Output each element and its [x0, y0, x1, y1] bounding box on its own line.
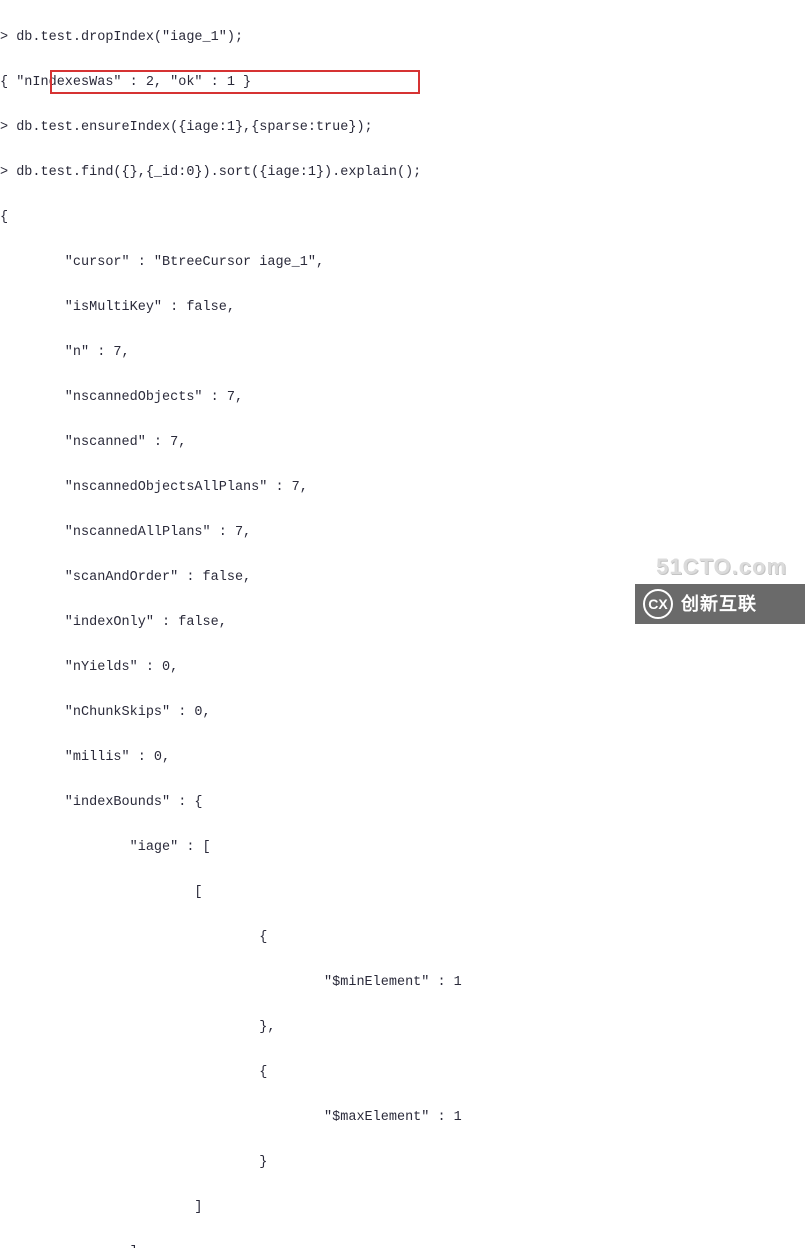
output-line: [: [0, 885, 805, 900]
output-line: }: [0, 1155, 805, 1170]
logo-icon: CX: [643, 589, 673, 619]
output-line: > db.test.dropIndex("iage_1");: [0, 30, 805, 45]
output-line: "nscannedAllPlans" : 7,: [0, 525, 805, 540]
output-line: "$maxElement" : 1: [0, 1110, 805, 1125]
output-line: },: [0, 1020, 805, 1035]
output-line: {: [0, 930, 805, 945]
output-line: > db.test.find({},{_id:0}).sort({iage:1}…: [0, 165, 805, 180]
output-line: "isMultiKey" : false,: [0, 300, 805, 315]
logo-text: 创新互联: [681, 597, 757, 612]
output-line: {: [0, 210, 805, 225]
logo: CX 创新互联: [635, 584, 805, 624]
output-line: ]: [0, 1245, 805, 1248]
output-line: "nYields" : 0,: [0, 660, 805, 675]
output-line: "millis" : 0,: [0, 750, 805, 765]
output-line: {: [0, 1065, 805, 1080]
output-line: "$minElement" : 1: [0, 975, 805, 990]
output-line: "indexBounds" : {: [0, 795, 805, 810]
terminal-output: > db.test.dropIndex("iage_1"); { "nIndex…: [0, 0, 805, 1248]
output-line: "nscannedObjectsAllPlans" : 7,: [0, 480, 805, 495]
output-line: > db.test.ensureIndex({iage:1},{sparse:t…: [0, 120, 805, 135]
output-line: "nscanned" : 7,: [0, 435, 805, 450]
watermark: 51CTO.com: [656, 559, 787, 574]
output-line: "cursor" : "BtreeCursor iage_1",: [0, 255, 805, 270]
output-line: "nChunkSkips" : 0,: [0, 705, 805, 720]
output-line: { "nIndexesWas" : 2, "ok" : 1 }: [0, 75, 805, 90]
output-line: ]: [0, 1200, 805, 1215]
output-line: "iage" : [: [0, 840, 805, 855]
output-line: "n" : 7,: [0, 345, 805, 360]
output-line: "nscannedObjects" : 7,: [0, 390, 805, 405]
